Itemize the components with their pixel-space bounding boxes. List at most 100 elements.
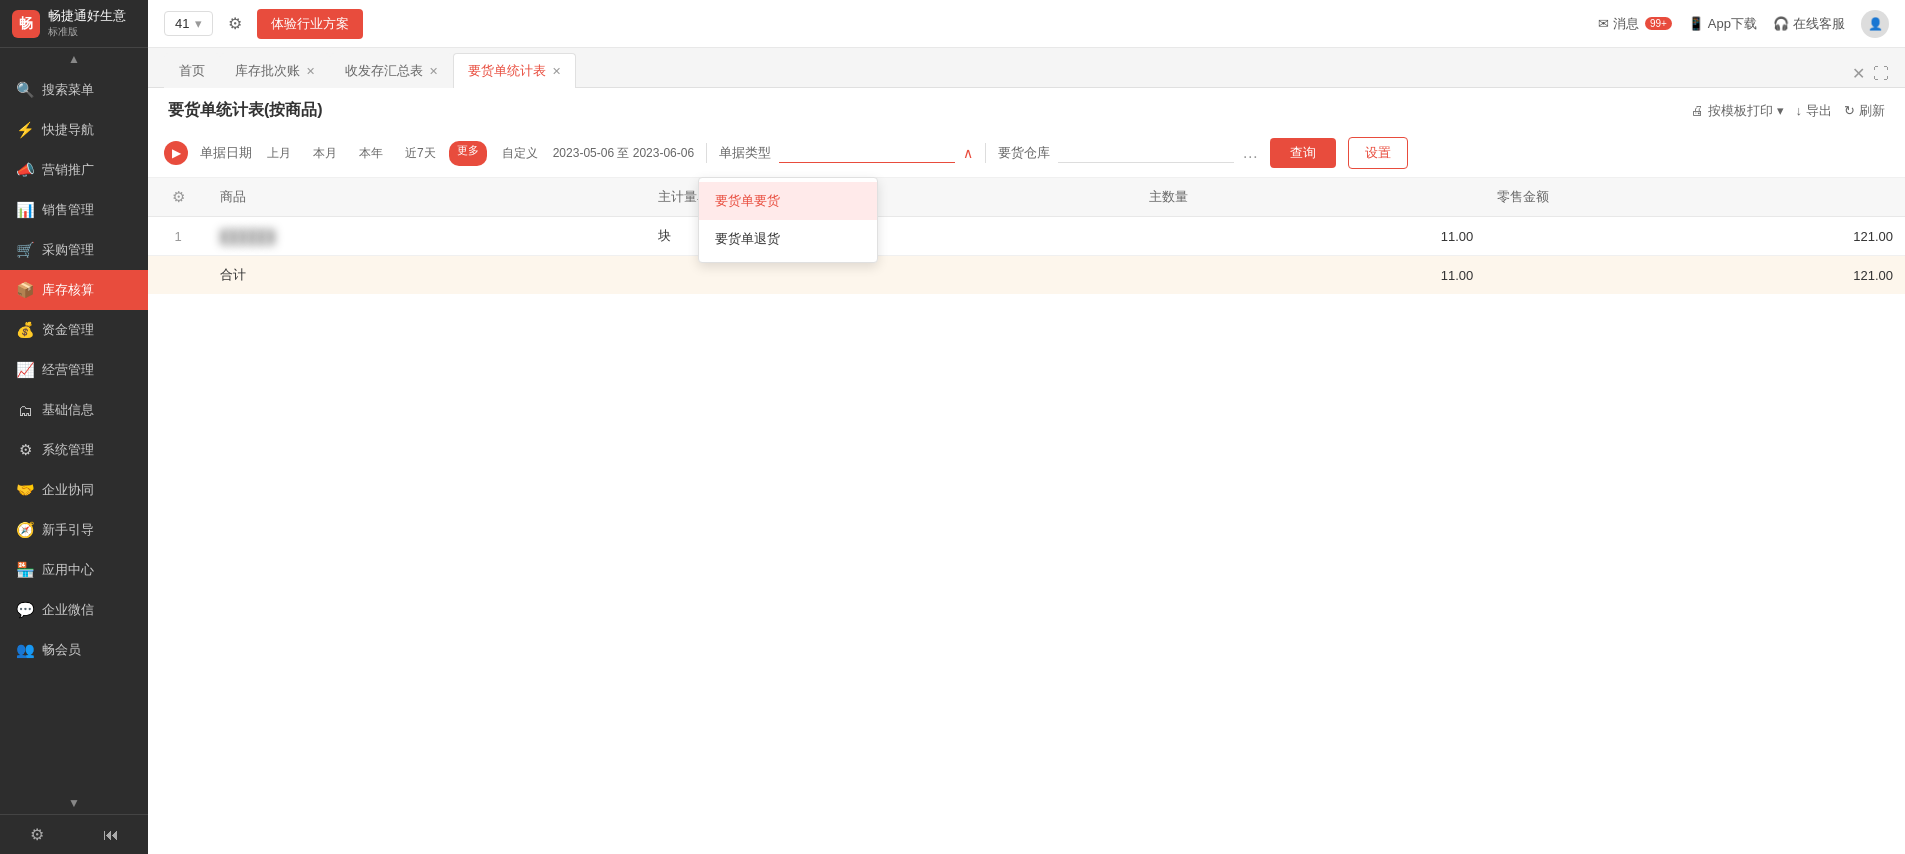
date-range-display: 2023-05-06 至 2023-06-06 bbox=[553, 145, 694, 162]
sidebar-scroll-down[interactable]: ▼ bbox=[0, 792, 148, 814]
cell-amount: 121.00 bbox=[1485, 217, 1905, 256]
sidebar-item-wechat[interactable]: 💬 企业微信 bbox=[0, 590, 148, 630]
tabbar-expand-icon[interactable]: ⛶ bbox=[1873, 65, 1889, 83]
table-header-row: ⚙ 商品 主计量单位 主数量 零售金额 bbox=[148, 178, 1905, 217]
print-dropdown-icon: ▾ bbox=[1777, 103, 1784, 118]
footer-empty-1 bbox=[148, 256, 208, 295]
sidebar-label-wechat: 企业微信 bbox=[42, 601, 94, 619]
sidebar-item-sales[interactable]: 📊 销售管理 bbox=[0, 190, 148, 230]
online-service-label: 在线客服 bbox=[1793, 15, 1845, 33]
app-logo: 畅 畅捷通好生意 标准版 bbox=[0, 0, 148, 48]
filter-settings-btn[interactable]: 设置 bbox=[1348, 137, 1408, 169]
print-btn[interactable]: 🖨 按模板打印 ▾ bbox=[1691, 102, 1784, 120]
sidebar-item-operations[interactable]: 📈 经营管理 bbox=[0, 350, 148, 390]
date-btn-custom[interactable]: 自定义 bbox=[493, 141, 547, 166]
messages-btn[interactable]: ✉ 消息 99+ bbox=[1598, 15, 1672, 33]
refresh-btn[interactable]: ↻ 刷新 bbox=[1844, 102, 1885, 120]
tabbar-right: ✕ ⛶ bbox=[1852, 64, 1889, 87]
page-header: 要货单统计表(按商品) 🖨 按模板打印 ▾ ↓ 导出 ↻ 刷新 bbox=[148, 88, 1905, 129]
topbar: 41 ▾ ⚙ 体验行业方案 ✉ 消息 99+ 📱 App下载 🎧 在线客服 👤 bbox=[148, 0, 1905, 48]
tab-receivable[interactable]: 收发存汇总表 ✕ bbox=[330, 53, 453, 88]
tab-inventory-batch-close[interactable]: ✕ bbox=[306, 65, 315, 78]
collapse-icon[interactable]: ⏮ bbox=[103, 826, 119, 844]
sidebar-label-guide: 新手引导 bbox=[42, 521, 94, 539]
sidebar-item-finance[interactable]: 💰 资金管理 bbox=[0, 310, 148, 350]
type-filter-label: 单据类型 bbox=[719, 144, 771, 162]
sidebar-label-marketing: 营销推广 bbox=[42, 161, 94, 179]
tab-home-label: 首页 bbox=[179, 62, 205, 80]
type-filter-group: 单据类型 ∧ bbox=[719, 143, 973, 163]
sidebar-scroll-up[interactable]: ▲ bbox=[0, 48, 148, 70]
sidebar-item-inventory[interactable]: 📦 库存核算 bbox=[0, 270, 148, 310]
sidebar-item-search[interactable]: 🔍 搜索菜单 bbox=[0, 70, 148, 110]
sidebar-item-member[interactable]: 👥 畅会员 bbox=[0, 630, 148, 670]
sidebar-label-operations: 经营管理 bbox=[42, 361, 94, 379]
date-btn-last-month[interactable]: 上月 bbox=[258, 141, 300, 166]
page-actions: 🖨 按模板打印 ▾ ↓ 导出 ↻ 刷新 bbox=[1691, 102, 1886, 120]
type-filter-input[interactable] bbox=[779, 143, 955, 163]
date-btn-last-7-days[interactable]: 近7天 bbox=[396, 141, 445, 166]
sidebar-item-appstore[interactable]: 🏪 应用中心 bbox=[0, 550, 148, 590]
sidebar-item-marketing[interactable]: 📣 营销推广 bbox=[0, 150, 148, 190]
sidebar-label-finance: 资金管理 bbox=[42, 321, 94, 339]
tab-order-close[interactable]: ✕ bbox=[552, 65, 561, 78]
sidebar-item-basic[interactable]: 🗂 基础信息 bbox=[0, 390, 148, 430]
sidebar-label-purchase: 采购管理 bbox=[42, 241, 94, 259]
date-btn-more[interactable]: 更多 bbox=[449, 141, 487, 166]
th-gear[interactable]: ⚙ bbox=[148, 178, 208, 217]
tab-receivable-close[interactable]: ✕ bbox=[429, 65, 438, 78]
filter-expand-btn[interactable]: ▶ bbox=[164, 141, 188, 165]
sidebar-item-enterprise[interactable]: 🤝 企业协同 bbox=[0, 470, 148, 510]
sidebar-icon-enterprise: 🤝 bbox=[16, 481, 34, 499]
trial-btn[interactable]: 体验行业方案 bbox=[257, 9, 363, 39]
dropdown-item-order-goods[interactable]: 要货单要货 bbox=[699, 182, 877, 220]
date-btn-this-month[interactable]: 本月 bbox=[304, 141, 346, 166]
online-service-btn[interactable]: 🎧 在线客服 bbox=[1773, 15, 1845, 33]
sidebar-item-purchase[interactable]: 🛒 采购管理 bbox=[0, 230, 148, 270]
tab-number-selector[interactable]: 41 ▾ bbox=[164, 11, 213, 36]
sidebar-icon-sales: 📊 bbox=[16, 201, 34, 219]
query-btn[interactable]: 查询 bbox=[1270, 138, 1336, 168]
cell-qty: 11.00 bbox=[1137, 217, 1485, 256]
topbar-right: ✉ 消息 99+ 📱 App下载 🎧 在线客服 👤 bbox=[1598, 10, 1889, 38]
sidebar-label-appstore: 应用中心 bbox=[42, 561, 94, 579]
download-icon: 📱 bbox=[1688, 16, 1704, 31]
column-settings-icon[interactable]: ⚙ bbox=[172, 188, 185, 205]
settings-icon[interactable]: ⚙ bbox=[30, 825, 44, 844]
app-download-btn[interactable]: 📱 App下载 bbox=[1688, 15, 1757, 33]
th-amount: 零售金额 bbox=[1485, 178, 1905, 217]
tab-home[interactable]: 首页 bbox=[164, 53, 220, 88]
tab-inventory-batch[interactable]: 库存批次账 ✕ bbox=[220, 53, 330, 88]
filter-bar: ▶ 单据日期 上月 本月 本年 近7天 更多 自定义 2023-05-06 至 … bbox=[148, 129, 1905, 178]
table-footer: 合计 11.00 121.00 bbox=[148, 256, 1905, 295]
sidebar-item-shortcut[interactable]: ⚡ 快捷导航 bbox=[0, 110, 148, 150]
export-label: 导出 bbox=[1806, 102, 1832, 120]
message-icon: ✉ bbox=[1598, 16, 1609, 31]
warehouse-more-icon[interactable]: … bbox=[1242, 144, 1258, 162]
topbar-left: 41 ▾ ⚙ 体验行业方案 bbox=[164, 9, 1598, 39]
tabbar-close-all-icon[interactable]: ✕ bbox=[1852, 64, 1865, 83]
type-dropdown: 要货单要货 要货单退货 bbox=[698, 177, 878, 263]
date-btn-this-year[interactable]: 本年 bbox=[350, 141, 392, 166]
sidebar-icon-appstore: 🏪 bbox=[16, 561, 34, 579]
topbar-gear-btn[interactable]: ⚙ bbox=[221, 10, 249, 38]
sidebar-icon-inventory: 📦 bbox=[16, 281, 34, 299]
table-area: ⚙ 商品 主计量单位 主数量 零售金额 1 ██████ 块 11.00 121… bbox=[148, 178, 1905, 294]
sidebar-item-system[interactable]: ⚙ 系统管理 bbox=[0, 430, 148, 470]
filter-divider-2 bbox=[985, 143, 986, 163]
type-filter-clear[interactable]: ∧ bbox=[963, 145, 973, 161]
export-btn[interactable]: ↓ 导出 bbox=[1796, 102, 1833, 120]
footer-qty: 11.00 bbox=[1137, 256, 1485, 295]
warehouse-filter-input[interactable] bbox=[1058, 143, 1234, 163]
sidebar-label-sales: 销售管理 bbox=[42, 201, 94, 219]
dropdown-item-order-return[interactable]: 要货单退货 bbox=[699, 220, 877, 258]
sidebar-icon-system: ⚙ bbox=[16, 441, 34, 459]
sidebar-label-system: 系统管理 bbox=[42, 441, 94, 459]
sidebar-icon-member: 👥 bbox=[16, 641, 34, 659]
main-area: 41 ▾ ⚙ 体验行业方案 ✉ 消息 99+ 📱 App下载 🎧 在线客服 👤 bbox=[148, 0, 1905, 854]
user-avatar[interactable]: 👤 bbox=[1861, 10, 1889, 38]
content-area: 要货单统计表(按商品) 🖨 按模板打印 ▾ ↓ 导出 ↻ 刷新 ▶ bbox=[148, 88, 1905, 854]
tab-order-summary[interactable]: 要货单统计表 ✕ bbox=[453, 53, 576, 88]
sidebar-label-basic: 基础信息 bbox=[42, 401, 94, 419]
sidebar-item-guide[interactable]: 🧭 新手引导 bbox=[0, 510, 148, 550]
